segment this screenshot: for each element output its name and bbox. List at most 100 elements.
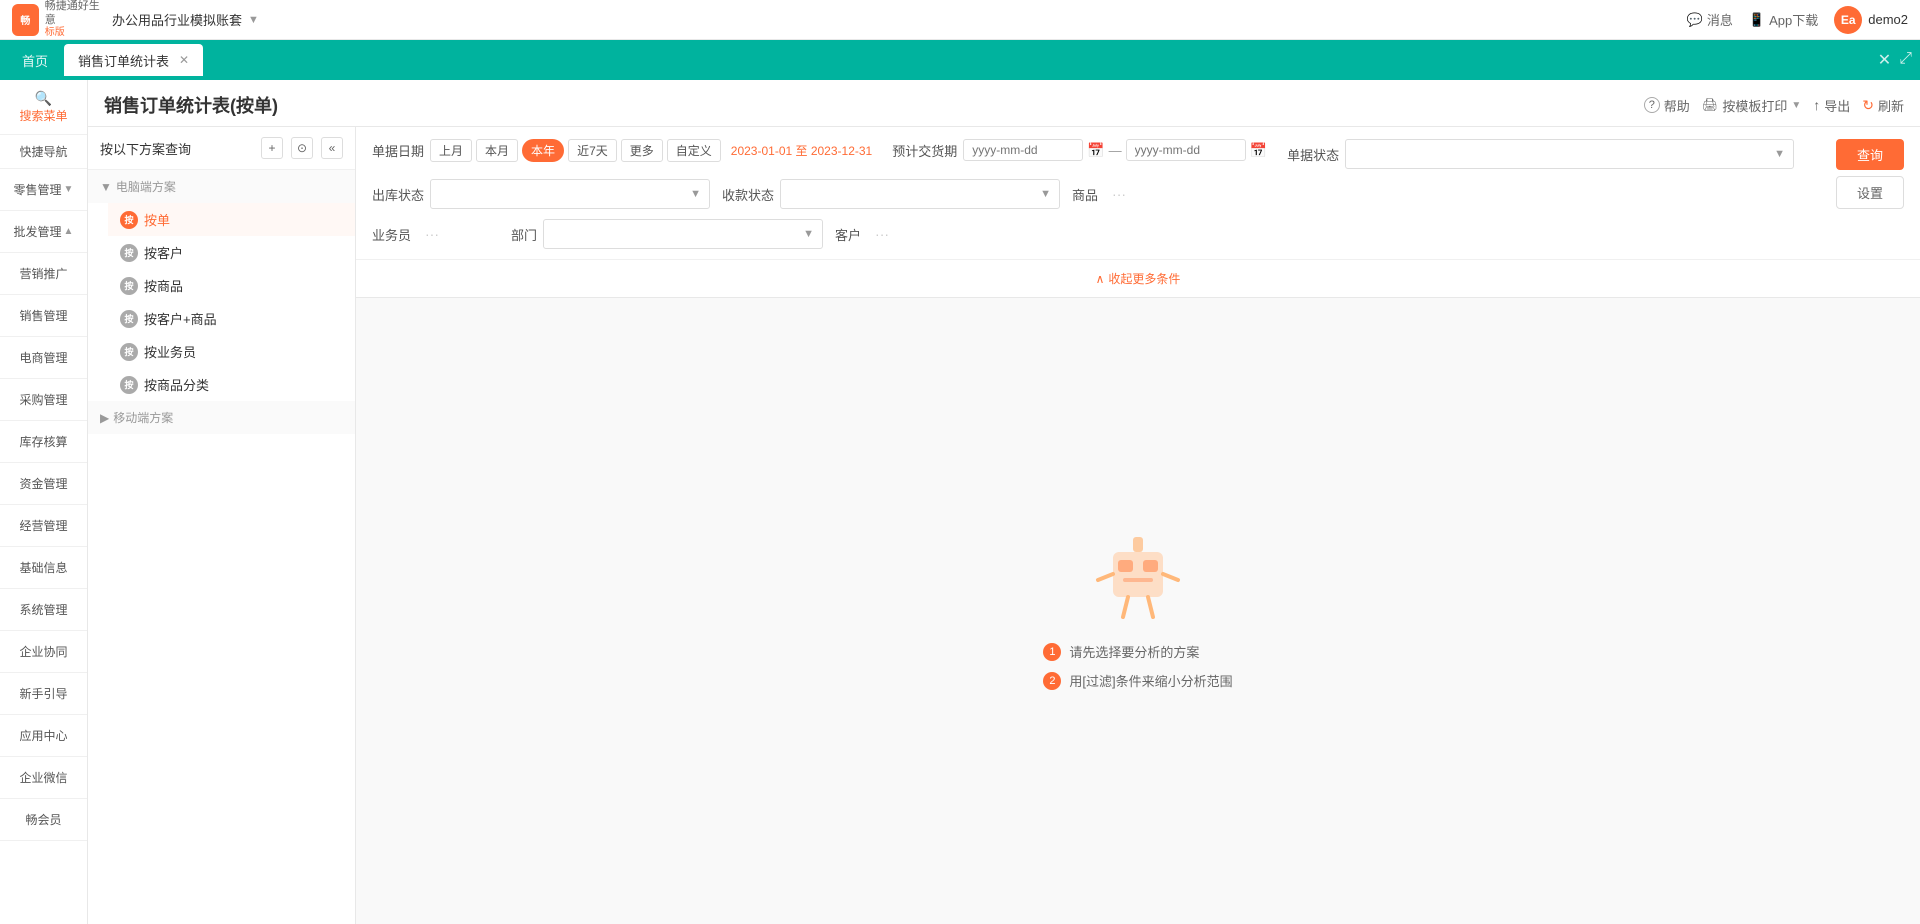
tree-section-pc[interactable]: ▼ 电脑端方案 bbox=[88, 170, 355, 203]
expected-date-label: 预计交货期 bbox=[892, 141, 957, 160]
window-controls: ✕ ⤢ bbox=[1878, 50, 1912, 70]
sidebar-item-inventory[interactable]: 库存核算 bbox=[0, 421, 87, 463]
goods-label: 商品 bbox=[1072, 185, 1098, 204]
sidebar-search[interactable]: 🔍 搜索菜单 bbox=[0, 80, 87, 135]
expected-date-end[interactable] bbox=[1126, 139, 1246, 161]
sidebar-item-enterprise[interactable]: 企业协同 bbox=[0, 631, 87, 673]
tree-item-by-prod-cat[interactable]: 按 按商品分类 bbox=[108, 368, 355, 401]
empty-step-2: 2 用[过滤]条件来缩小分析范围 bbox=[1043, 671, 1232, 690]
sidebar-item-sales[interactable]: 销售管理 bbox=[0, 295, 87, 337]
sidebar-item-marketing[interactable]: 营销推广 bbox=[0, 253, 87, 295]
salesman-more-icon[interactable]: ··· bbox=[425, 226, 439, 242]
date-btn-prev-month[interactable]: 上月 bbox=[430, 139, 472, 162]
tree-header-text: 按以下方案查询 bbox=[100, 139, 191, 158]
tab-close-icon[interactable]: ✕ bbox=[179, 53, 189, 67]
tree-item-icon-by-product: 按 bbox=[120, 277, 138, 295]
settings-button[interactable]: 设置 bbox=[1836, 176, 1904, 209]
filter-customer-group: 客户 ··· bbox=[835, 225, 889, 244]
date-btn-this-month[interactable]: 本月 bbox=[476, 139, 518, 162]
chevron-down-icon: ▼ bbox=[64, 184, 74, 195]
expected-date-start[interactable] bbox=[963, 139, 1083, 161]
cal-icon-start[interactable]: 📅 bbox=[1087, 142, 1104, 159]
message-icon: 💬 bbox=[1687, 12, 1703, 28]
logo-text: 畅捷通好生意 标版 bbox=[45, 0, 100, 38]
sidebar-quick-nav[interactable]: 快捷导航 bbox=[0, 135, 87, 169]
expected-date-range: 📅 — 📅 bbox=[963, 139, 1267, 161]
tree-header-icons: + ⊙ « bbox=[261, 137, 343, 159]
sidebar-item-corpwechat[interactable]: 企业微信 bbox=[0, 757, 87, 799]
department-arrow-icon: ▼ bbox=[803, 228, 814, 240]
sidebar-item-finance[interactable]: 资金管理 bbox=[0, 463, 87, 505]
help-btn[interactable]: ? 帮助 bbox=[1644, 96, 1690, 115]
date-buttons: 上月 本月 本年 近7天 更多 自定义 bbox=[430, 139, 721, 162]
payment-status-label: 收款状态 bbox=[722, 185, 774, 204]
empty-illustration bbox=[1078, 522, 1198, 622]
tree-collapse-btn[interactable]: « bbox=[321, 137, 343, 159]
tree-header: 按以下方案查询 + ⊙ « bbox=[88, 127, 355, 170]
export-btn[interactable]: ↑ 导出 bbox=[1813, 96, 1850, 115]
tree-item-by-customer[interactable]: 按 按客户 bbox=[108, 236, 355, 269]
collapse-label: 收起更多条件 bbox=[1108, 270, 1180, 287]
tree-refresh-btn[interactable]: ⊙ bbox=[291, 137, 313, 159]
sidebar-item-operations[interactable]: 经营管理 bbox=[0, 505, 87, 547]
tree-section-mobile[interactable]: ▶ 移动端方案 bbox=[88, 401, 355, 434]
sidebar-item-system[interactable]: 系统管理 bbox=[0, 589, 87, 631]
collapse-bar[interactable]: ∧ 收起更多条件 bbox=[356, 259, 1920, 297]
content-wrapper: 按以下方案查询 + ⊙ « ▼ 电脑端方案 按 按单 bbox=[88, 127, 1920, 924]
minimize-icon[interactable]: ✕ bbox=[1878, 50, 1891, 70]
tab-home[interactable]: 首页 bbox=[8, 44, 62, 76]
app-download-btn[interactable]: 📱 App下载 bbox=[1749, 10, 1818, 29]
filter-expected-date-group: 预计交货期 📅 — 📅 bbox=[892, 139, 1267, 161]
customer-label: 客户 bbox=[835, 225, 861, 244]
maximize-icon[interactable]: ⤢ bbox=[1899, 50, 1912, 70]
tree-item-icon-by-customer: 按 bbox=[120, 244, 138, 262]
tree-add-btn[interactable]: + bbox=[261, 137, 283, 159]
out-status-select[interactable]: ▼ bbox=[430, 179, 710, 209]
sidebar-item-member[interactable]: 畅会员 bbox=[0, 799, 87, 841]
tree-item-by-salesman[interactable]: 按 按业务员 bbox=[108, 335, 355, 368]
tree-item-icon-by-prod-cat: 按 bbox=[120, 376, 138, 394]
refresh-btn[interactable]: ↻ 刷新 bbox=[1862, 96, 1904, 115]
order-status-select[interactable]: ▼ bbox=[1345, 139, 1794, 169]
customer-more-icon[interactable]: ··· bbox=[875, 226, 889, 242]
export-icon: ↑ bbox=[1813, 97, 1820, 113]
avatar: Ea bbox=[1834, 6, 1862, 34]
right-panel: 单据日期 上月 本月 本年 近7天 更多 自定义 bbox=[356, 127, 1920, 924]
sidebar-item-purchase[interactable]: 采购管理 bbox=[0, 379, 87, 421]
help-icon: ? bbox=[1644, 97, 1660, 113]
app-icon: 📱 bbox=[1749, 12, 1765, 28]
tree-item-by-product[interactable]: 按 按商品 bbox=[108, 269, 355, 302]
payment-status-select[interactable]: ▼ bbox=[780, 179, 1060, 209]
chevron-up-icon: ▲ bbox=[64, 226, 74, 237]
goods-more-icon[interactable]: ··· bbox=[1112, 186, 1126, 202]
template-print-btn[interactable]: 🖨 按模板打印 ▼ bbox=[1702, 96, 1801, 115]
sidebar-item-newbie[interactable]: 新手引导 bbox=[0, 673, 87, 715]
main-content: 🔍 搜索菜单 快捷导航 零售管理 ▼ 批发管理 ▲ 营销推广 销售管理 电商管理… bbox=[0, 80, 1920, 924]
sidebar-item-basic[interactable]: 基础信息 bbox=[0, 547, 87, 589]
query-button[interactable]: 查询 bbox=[1836, 139, 1904, 170]
tab-sales-order-stat[interactable]: 销售订单统计表 ✕ bbox=[64, 44, 203, 76]
date-btn-this-year[interactable]: 本年 bbox=[522, 139, 564, 162]
tab-bar: 首页 销售订单统计表 ✕ ✕ ⤢ bbox=[0, 40, 1920, 80]
message-btn[interactable]: 💬 消息 bbox=[1687, 10, 1733, 29]
sidebar-item-appcenter[interactable]: 应用中心 bbox=[0, 715, 87, 757]
order-status-arrow-icon: ▼ bbox=[1774, 148, 1785, 160]
logo-icon: 畅 bbox=[12, 4, 39, 36]
sidebar-item-wholesale[interactable]: 批发管理 ▲ bbox=[0, 211, 87, 253]
date-btn-last7days[interactable]: 近7天 bbox=[568, 139, 617, 162]
filter-row-2: 出库状态 ▼ 收款状态 ▼ bbox=[356, 179, 1920, 219]
refresh-icon: ↻ bbox=[1862, 97, 1874, 114]
out-status-label: 出库状态 bbox=[372, 185, 424, 204]
sidebar-item-retail[interactable]: 零售管理 ▼ bbox=[0, 169, 87, 211]
filter-date-group: 单据日期 上月 本月 本年 近7天 更多 自定义 bbox=[372, 139, 872, 162]
tree-panel: 按以下方案查询 + ⊙ « ▼ 电脑端方案 按 按单 bbox=[88, 127, 356, 924]
tree-item-by-cust-prod[interactable]: 按 按客户+商品 bbox=[108, 302, 355, 335]
date-btn-more[interactable]: 更多 bbox=[621, 139, 663, 162]
tree-item-by-order[interactable]: 按 按单 bbox=[108, 203, 355, 236]
user-profile[interactable]: Ea demo2 bbox=[1834, 6, 1908, 34]
date-btn-custom[interactable]: 自定义 bbox=[667, 139, 721, 162]
department-select[interactable]: ▼ bbox=[543, 219, 823, 249]
date-label: 单据日期 bbox=[372, 141, 424, 160]
cal-icon-end[interactable]: 📅 bbox=[1250, 142, 1267, 159]
sidebar-item-ecommerce[interactable]: 电商管理 bbox=[0, 337, 87, 379]
